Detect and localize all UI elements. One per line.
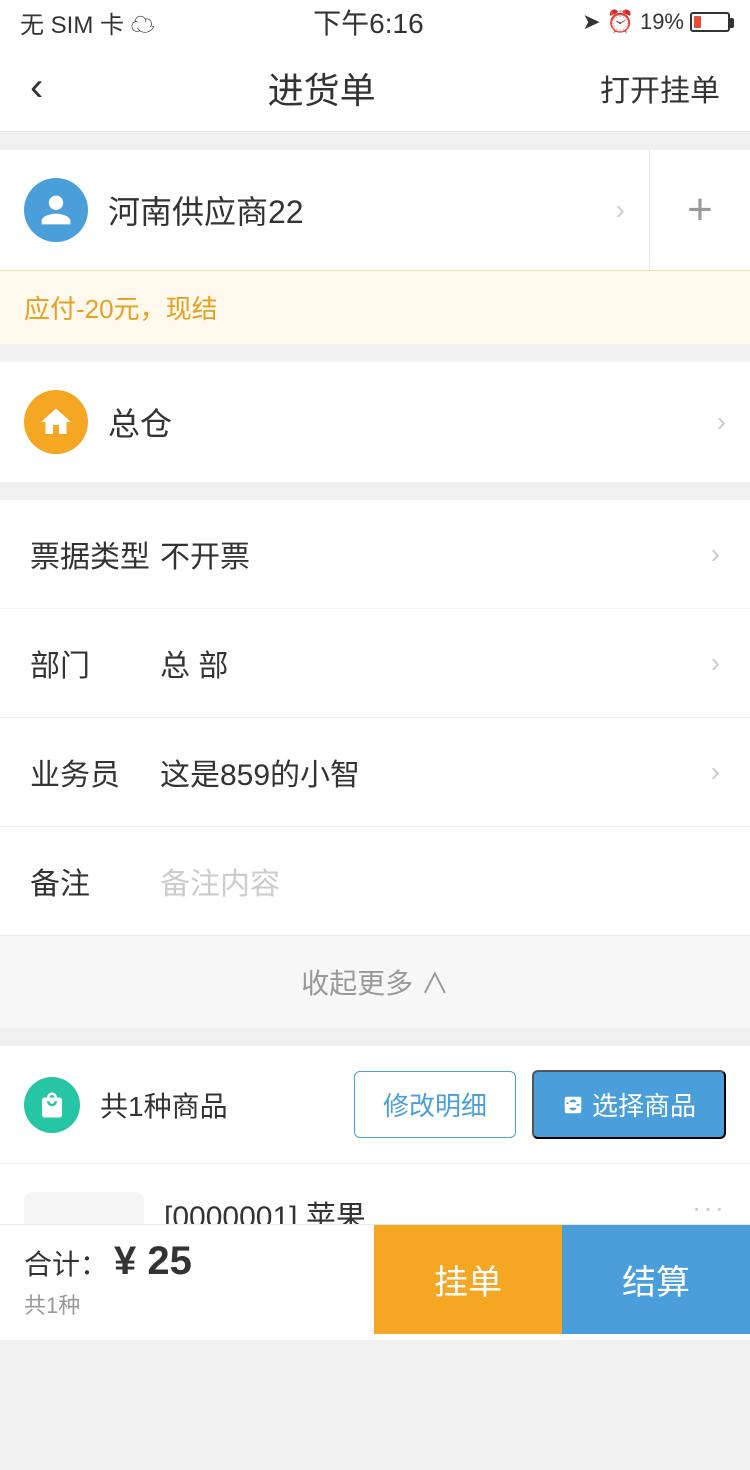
back-button[interactable]: ‹: [30, 65, 43, 110]
remark-label: 备注: [30, 859, 150, 903]
battery-text: 19%: [640, 9, 684, 35]
sales-chevron-icon: ›: [711, 756, 720, 788]
total-section: 合计： ¥ 25 共1种: [0, 1225, 374, 1334]
product-more-button[interactable]: ···: [676, 1192, 726, 1224]
supplier-section: 河南供应商22 › +: [0, 150, 750, 270]
remark-input[interactable]: 备注内容: [150, 859, 720, 903]
section-divider-1: [0, 132, 750, 150]
supplier-selector[interactable]: 河南供应商22 ›: [0, 150, 650, 270]
select-product-icon: [562, 1094, 584, 1116]
warning-banner: 应付-20元，现结: [0, 270, 750, 344]
sales-value: 这是859的小智: [150, 750, 711, 794]
status-right: ➤ ⏰ 19%: [582, 9, 730, 35]
invoice-value: 不开票: [150, 532, 711, 576]
status-bar: 无 SIM 卡 ☁ 下午6:16 ➤ ⏰ 19%: [0, 0, 750, 44]
status-left: 无 SIM 卡 ☁: [20, 5, 155, 40]
dept-chevron-icon: ›: [711, 647, 720, 679]
sales-label: 业务员: [30, 750, 150, 794]
signal-text: 无 SIM 卡 ☁: [20, 5, 155, 40]
warehouse-selector[interactable]: 总仓 ›: [0, 362, 750, 482]
checkout-button[interactable]: 结算: [562, 1225, 750, 1334]
salesperson-row[interactable]: 业务员 这是859的小智 ›: [0, 718, 750, 827]
product-count-text: 共1种商品: [100, 1085, 354, 1125]
collapse-button[interactable]: 收起更多 ∧: [0, 935, 750, 1028]
product-header: 共1种商品 修改明细 选择商品: [0, 1046, 750, 1164]
shopping-bag-icon: [37, 1090, 67, 1120]
total-amount: ¥ 25: [114, 1239, 192, 1284]
department-row[interactable]: 部门 总 部 ›: [0, 609, 750, 718]
invoice-chevron-icon: ›: [711, 538, 720, 570]
supplier-avatar: [24, 178, 88, 242]
supplier-add-button[interactable]: +: [650, 150, 750, 270]
supplier-chevron-icon: ›: [616, 194, 625, 226]
page-title: 进货单: [268, 62, 376, 114]
add-icon: +: [687, 185, 713, 235]
bottom-bar: 合计： ¥ 25 共1种 挂单 结算: [0, 1224, 750, 1334]
dept-value: 总 部: [150, 641, 711, 685]
warehouse-chevron-icon: ›: [717, 406, 726, 438]
modify-detail-button[interactable]: 修改明细: [354, 1071, 516, 1138]
invoice-label: 票据类型: [30, 532, 150, 576]
invoice-type-row[interactable]: 票据类型 不开票 ›: [0, 500, 750, 609]
total-label-row: 合计： ¥ 25: [24, 1239, 350, 1284]
remark-row[interactable]: 备注 备注内容: [0, 827, 750, 935]
pend-button[interactable]: 挂单: [374, 1225, 562, 1334]
checkout-label: 结算: [622, 1255, 690, 1304]
product-count-icon-bg: [24, 1077, 80, 1133]
status-time: 下午6:16: [313, 2, 424, 42]
person-icon: [38, 192, 74, 228]
battery-fill: [694, 16, 701, 28]
location-icon: ➤: [582, 9, 600, 35]
warehouse-icon: [38, 404, 74, 440]
form-section: 票据类型 不开票 › 部门 总 部 › 业务员 这是859的小智 › 备注 备注…: [0, 500, 750, 935]
battery-icon: [690, 12, 730, 32]
total-label: 合计：: [24, 1243, 108, 1283]
total-sub: 共1种: [24, 1288, 350, 1320]
collapse-label: 收起更多 ∧: [301, 962, 449, 1002]
bottom-spacer: [0, 1340, 750, 1470]
alarm-icon: ⏰: [607, 9, 634, 35]
pend-label: 挂单: [434, 1255, 502, 1304]
warehouse-name: 总仓: [108, 399, 705, 445]
select-product-button[interactable]: 选择商品: [532, 1070, 726, 1139]
warning-text: 应付-20元，现结: [24, 294, 218, 324]
warehouse-icon-bg: [24, 390, 88, 454]
select-product-label: 选择商品: [592, 1086, 696, 1123]
open-pending-button[interactable]: 打开挂单: [600, 66, 720, 110]
nav-bar: ‹ 进货单 打开挂单: [0, 44, 750, 132]
supplier-name: 河南供应商22: [108, 187, 604, 233]
dept-label: 部门: [30, 641, 150, 685]
